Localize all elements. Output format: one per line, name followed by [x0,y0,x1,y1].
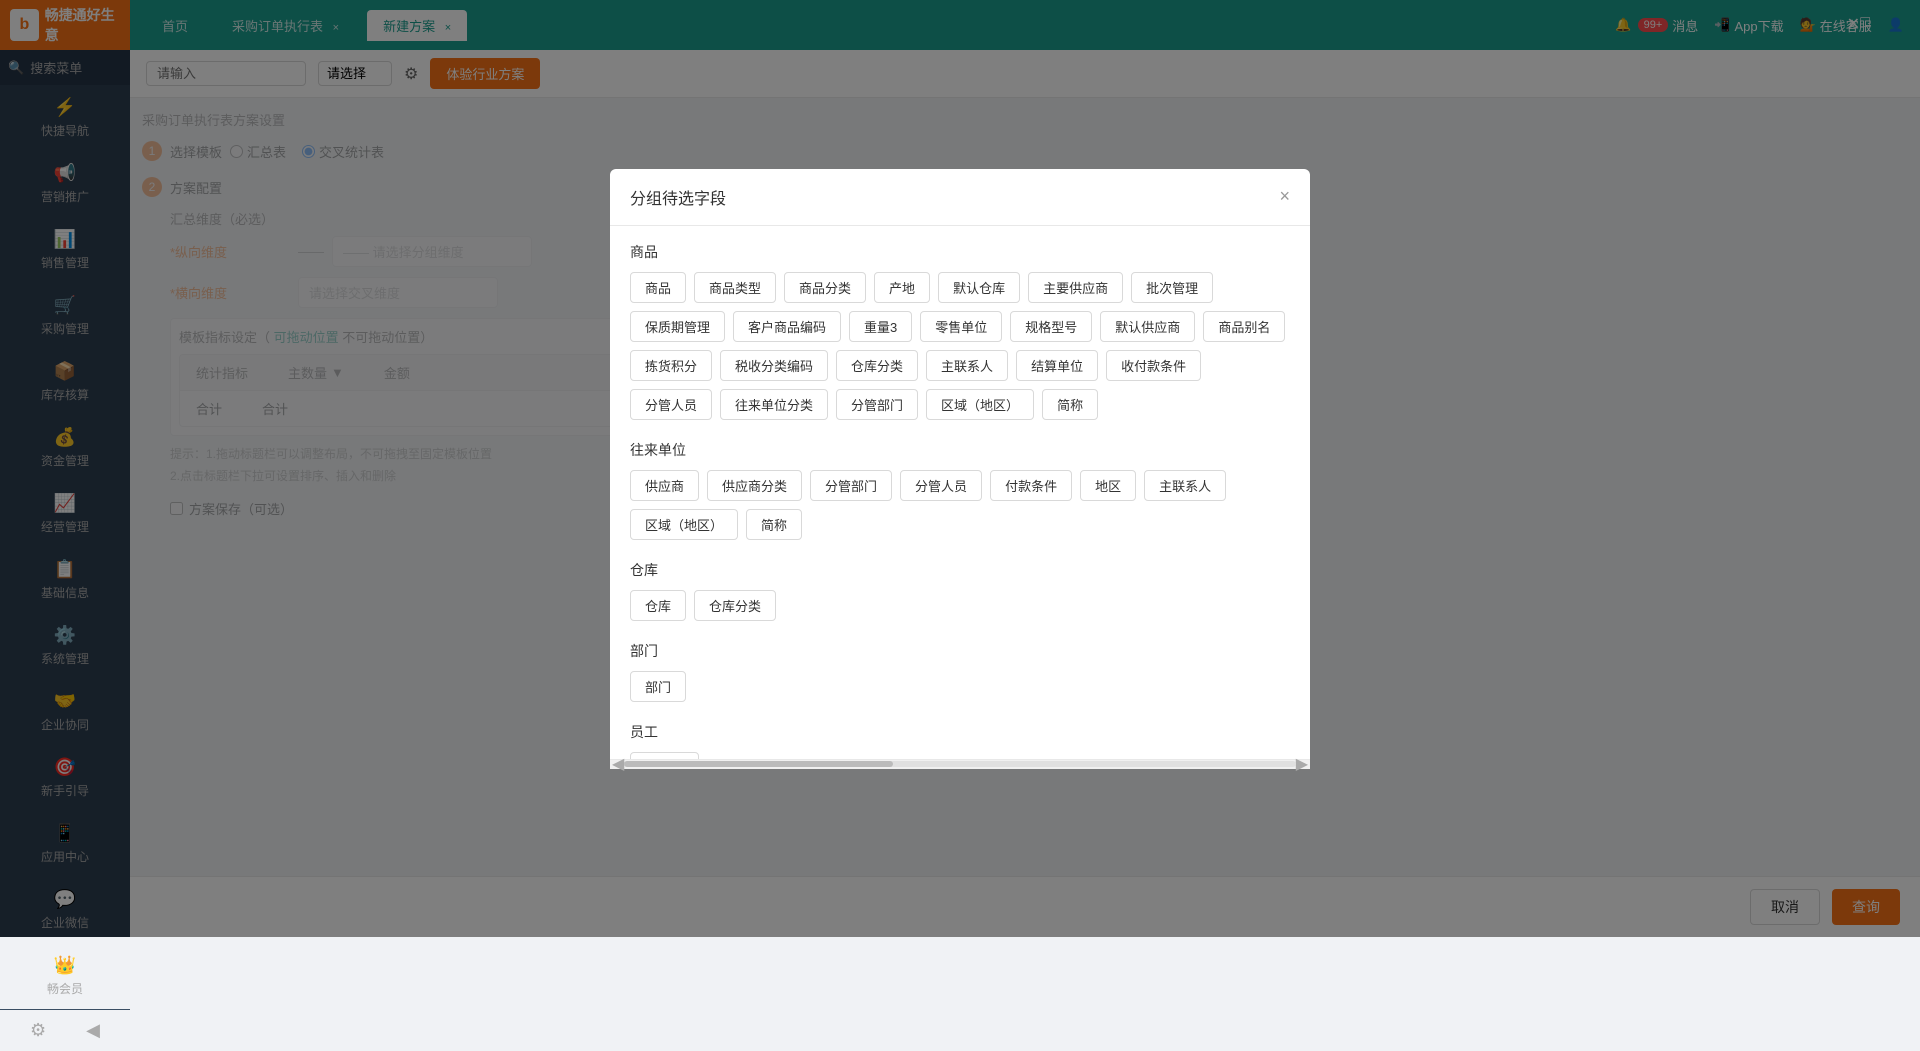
field-tag-0-3[interactable]: 产地 [874,272,930,303]
field-tag-0-19[interactable]: 收付款条件 [1106,350,1201,381]
field-tag-1-6[interactable]: 主联系人 [1144,470,1226,501]
field-group-1: 往来单位供应商供应商分类分管部门分管人员付款条件地区主联系人区域（地区） 简称 [630,440,1290,540]
field-group-title-0: 商品 [630,242,1290,262]
field-tag-0-21[interactable]: 往来单位分类 [720,389,828,420]
field-tag-0-0[interactable]: 商品 [630,272,686,303]
modal-body: 商品商品商品类型商品分类产地默认仓库主要供应商批次管理保质期管理客户商品编码重量… [610,226,1310,759]
field-tag-4-0[interactable]: 业务员 [630,752,699,759]
field-tags-0: 商品商品类型商品分类产地默认仓库主要供应商批次管理保质期管理客户商品编码重量3 零… [630,272,1290,420]
settings-icon[interactable]: ⚙ [30,1020,46,1041]
field-tag-1-7[interactable]: 区域（地区） [630,509,738,540]
field-group-title-4: 员工 [630,722,1290,742]
field-tags-3: 部门 [630,671,1290,702]
hscroll-track [624,761,1295,767]
field-tag-0-1[interactable]: 商品类型 [694,272,776,303]
modal-close-button[interactable]: × [1279,186,1290,207]
field-tag-0-24[interactable]: 简称 [1042,389,1098,420]
modal-overlay: 分组待选字段 × 商品商品商品类型商品分类产地默认仓库主要供应商批次管理保质期管… [0,0,1920,937]
field-group-2: 仓库仓库仓库分类 [630,560,1290,621]
collapse-icon[interactable]: ◀ [86,1020,100,1041]
field-tags-2: 仓库仓库分类 [630,590,1290,621]
hscroll-left-arrow[interactable]: ◀ [612,754,624,774]
field-tag-0-16[interactable]: 仓库分类 [836,350,918,381]
field-tag-0-23[interactable]: 区域（地区） [926,389,1034,420]
field-tag-1-3[interactable]: 分管人员 [900,470,982,501]
field-tag-0-8[interactable]: 客户商品编码 [733,311,841,342]
field-tag-0-13[interactable]: 商品别名 [1203,311,1285,342]
field-tag-1-0[interactable]: 供应商 [630,470,699,501]
field-tag-1-2[interactable]: 分管部门 [810,470,892,501]
field-tag-0-15[interactable]: 税收分类编码 [720,350,828,381]
hscroll-thumb [624,761,893,767]
field-tag-0-4[interactable]: 默认仓库 [938,272,1020,303]
field-group-title-2: 仓库 [630,560,1290,580]
field-tags-1: 供应商供应商分类分管部门分管人员付款条件地区主联系人区域（地区） 简称 [630,470,1290,540]
field-tag-0-17[interactable]: 主联系人 [926,350,1008,381]
sidebar-item-label: 畅会员 [47,980,83,997]
field-tag-0-2[interactable]: 商品分类 [784,272,866,303]
field-group-title-1: 往来单位 [630,440,1290,460]
modal-title: 分组待选字段 [630,185,726,209]
sidebar-item-member[interactable]: 👑 畅会员 [0,943,130,1009]
hscroll-right-arrow[interactable]: ▶ [1296,754,1308,774]
field-tags-4: 业务员 [630,752,1290,759]
modal-horizontal-scrollbar[interactable]: ◀ ▶ [610,759,1310,769]
field-tag-0-10[interactable]: 零售单位 [920,311,1002,342]
field-tag-2-0[interactable]: 仓库 [630,590,686,621]
field-tag-0-6[interactable]: 批次管理 [1131,272,1213,303]
sidebar-bottom: ⚙ ◀ [0,1009,130,1051]
modal-header: 分组待选字段 × [610,169,1310,226]
field-group-title-3: 部门 [630,641,1290,661]
member-icon: 👑 [54,955,76,976]
field-tag-0-7[interactable]: 保质期管理 [630,311,725,342]
field-tag-3-0[interactable]: 部门 [630,671,686,702]
field-tag-0-20[interactable]: 分管人员 [630,389,712,420]
field-group-0: 商品商品商品类型商品分类产地默认仓库主要供应商批次管理保质期管理客户商品编码重量… [630,242,1290,420]
field-tag-2-1[interactable]: 仓库分类 [694,590,776,621]
field-tag-1-1[interactable]: 供应商分类 [707,470,802,501]
field-tag-1-4[interactable]: 付款条件 [990,470,1072,501]
field-group-4: 员工业务员 [630,722,1290,759]
field-group-3: 部门部门 [630,641,1290,702]
field-tag-0-9[interactable]: 重量3 [849,311,912,342]
field-tag-0-18[interactable]: 结算单位 [1016,350,1098,381]
field-tag-0-12[interactable]: 默认供应商 [1100,311,1195,342]
field-tag-0-22[interactable]: 分管部门 [836,389,918,420]
field-select-modal: 分组待选字段 × 商品商品商品类型商品分类产地默认仓库主要供应商批次管理保质期管… [610,169,1310,769]
field-tag-0-14[interactable]: 拣货积分 [630,350,712,381]
field-tag-1-8[interactable]: 简称 [746,509,802,540]
field-tag-0-5[interactable]: 主要供应商 [1028,272,1123,303]
field-tag-0-11[interactable]: 规格型号 [1010,311,1092,342]
field-tag-1-5[interactable]: 地区 [1080,470,1136,501]
